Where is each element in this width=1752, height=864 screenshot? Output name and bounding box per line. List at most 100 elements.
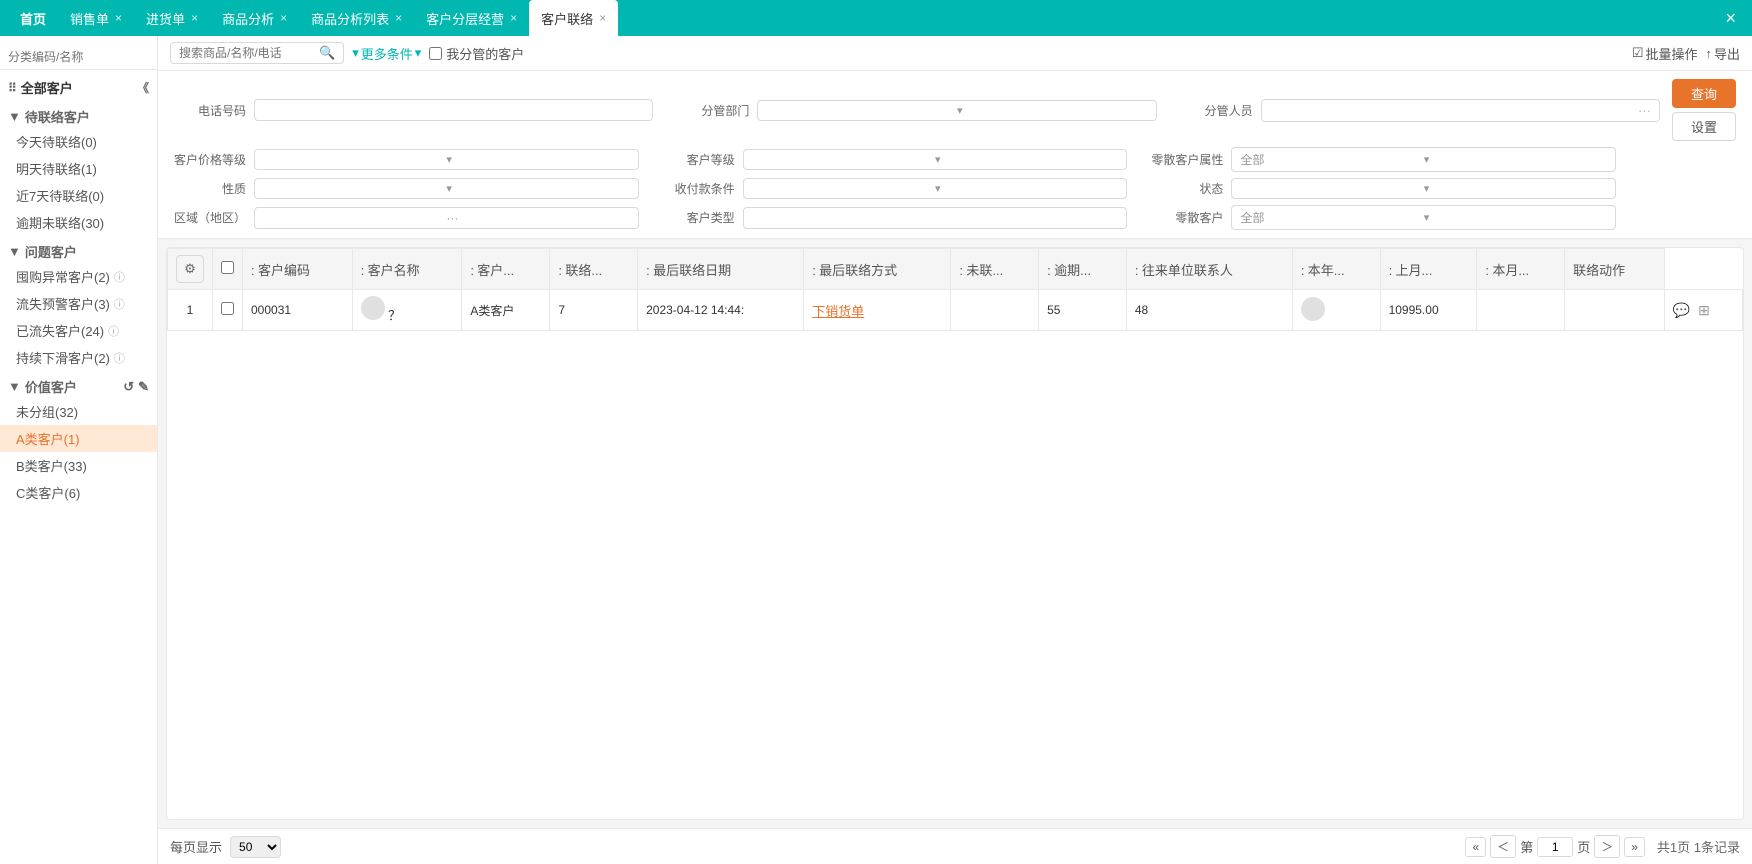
footer: 每页显示 50 100 200 « ＜ 第 页 ＞ » 共1页 1条记录	[158, 828, 1752, 864]
search-icon[interactable]: 🔍	[319, 45, 335, 61]
sidebar-all-customers[interactable]: ⠿ 全部客户 《	[0, 74, 157, 101]
filter-price-grade-select[interactable]: ▾	[254, 149, 639, 170]
my-customer-checkbox-area[interactable]: 我分管的客户	[429, 44, 524, 63]
sidebar-search-bar[interactable]: 🔍	[0, 44, 157, 70]
row-action-buttons: 💬 ⊞	[1673, 302, 1734, 319]
sidebar-item-hoarding[interactable]: 囤购异常客户(2) ⓘ	[0, 263, 157, 290]
filter-payment-select[interactable]: ▾	[743, 178, 1128, 199]
filter-status-select[interactable]: ▾	[1231, 178, 1616, 199]
page-number-input[interactable]	[1537, 837, 1573, 857]
sidebar: 🔍 ⠿ 全部客户 《 ▼ 待联络客户 今天待联络(0) 明天待联络(1) 近7天…	[0, 36, 158, 864]
page-prefix-label: 第	[1520, 837, 1533, 856]
row-code: 000031	[243, 290, 353, 331]
query-button[interactable]: 查询	[1672, 79, 1736, 108]
main-layout: 🔍 ⠿ 全部客户 《 ▼ 待联络客户 今天待联络(0) 明天待联络(1) 近7天…	[0, 36, 1752, 864]
filter-scatter-customer: 零散客户 全部 ▾	[1151, 205, 1616, 230]
nav-sales-order[interactable]: 销售单 ×	[58, 0, 134, 36]
nav-home[interactable]: 首页	[8, 0, 58, 36]
sidebar-item-ungrouped[interactable]: 未分组(32)	[0, 398, 157, 425]
filter-region-select[interactable]: ···	[254, 207, 639, 229]
sidebar-item-class-b[interactable]: B类客户(33)	[0, 452, 157, 479]
filter-scatter-attr-label: 零散客户属性	[1151, 151, 1223, 168]
sidebar-item-churned[interactable]: 已流失客户(24) ⓘ	[0, 317, 157, 344]
sidebar-item-churn-warning[interactable]: 流失预警客户(3) ⓘ	[0, 290, 157, 317]
sidebar-search-input[interactable]	[8, 50, 158, 64]
dots-icon-region: ···	[446, 211, 625, 225]
sidebar-section-value: ▼ 价值客户 ↺ ✎	[0, 371, 157, 398]
my-customer-checkbox[interactable]	[429, 47, 442, 60]
batch-op-icon: ☑	[1632, 45, 1644, 61]
close-sales-order-icon[interactable]: ×	[115, 11, 122, 25]
close-customer-segment-icon[interactable]: ×	[510, 11, 517, 25]
filter-customer-type-field[interactable]	[752, 211, 1119, 225]
filter-customer-type: 客户类型	[663, 207, 1128, 229]
filter-more-btn[interactable]: ▾ 更多条件 ▾	[352, 44, 421, 63]
sidebar-item-tomorrow-contact[interactable]: 明天待联络(1)	[0, 155, 157, 182]
grid-icon: ⠿	[8, 81, 17, 95]
sidebar-item-class-c[interactable]: C类客户(6)	[0, 479, 157, 506]
row-check[interactable]	[213, 290, 243, 331]
content-area: 🔍 ▾ 更多条件 ▾ 我分管的客户 ☑ 批量操作 ↑ 导出	[158, 36, 1752, 864]
nav-customer-contact[interactable]: 客户联络 ×	[529, 0, 618, 36]
close-purchase-order-icon[interactable]: ×	[191, 11, 198, 25]
row-last-contact-method[interactable]: 下销货单	[804, 290, 951, 331]
share-icon[interactable]: ⊞	[1698, 302, 1710, 319]
close-product-analysis-icon[interactable]: ×	[280, 11, 287, 25]
batch-operation-btn[interactable]: ☑ 批量操作	[1632, 44, 1698, 63]
row-actions: 💬 ⊞	[1664, 290, 1742, 331]
filter-customer-grade-label: 客户等级	[663, 151, 735, 168]
row-overdue: 55	[1039, 290, 1127, 331]
filter-nature-select[interactable]: ▾	[254, 178, 639, 199]
filter-customer-type-input[interactable]	[743, 207, 1128, 229]
global-close-button[interactable]: ×	[1717, 8, 1744, 29]
setting-button[interactable]: 设置	[1672, 112, 1736, 141]
search-input[interactable]	[179, 46, 319, 60]
filter-phone-field[interactable]	[263, 103, 644, 117]
nav-customer-segment[interactable]: 客户分层经营 ×	[414, 0, 529, 36]
search-box[interactable]: 🔍	[170, 42, 344, 64]
filter-scatter-attr-select[interactable]: 全部 ▾	[1231, 147, 1616, 172]
nav-purchase-order[interactable]: 进货单 ×	[134, 0, 210, 36]
sidebar-item-class-a[interactable]: A类客户(1)	[0, 425, 157, 452]
filter-nature-arrow-icon: ▾	[446, 182, 629, 195]
sidebar-item-today-contact[interactable]: 今天待联络(0)	[0, 128, 157, 155]
select-all-checkbox[interactable]	[221, 261, 234, 274]
sidebar-item-7day-contact[interactable]: 近7天待联络(0)	[0, 182, 157, 209]
close-product-analysis-list-icon[interactable]: ×	[395, 11, 402, 25]
settings-icon[interactable]: ⚙	[176, 255, 204, 283]
col-header-check	[213, 249, 243, 290]
filter-customer-grade-select[interactable]: ▾	[743, 149, 1128, 170]
arrow-down-icon3: ▼	[8, 379, 21, 394]
next-page-btn[interactable]: ＞	[1594, 835, 1620, 858]
col-header-overdue: : 逾期...	[1039, 249, 1127, 290]
filter-person-input[interactable]: ···	[1261, 99, 1660, 122]
page-size-select[interactable]: 50 100 200	[230, 836, 281, 858]
filter-phone-input[interactable]	[254, 99, 653, 121]
export-btn[interactable]: ↑ 导出	[1705, 44, 1740, 63]
message-icon[interactable]: 💬	[1673, 302, 1690, 319]
first-page-btn[interactable]: «	[1465, 837, 1486, 857]
top-navigation: 首页 销售单 × 进货单 × 商品分析 × 商品分析列表 × 客户分层经营 × …	[0, 0, 1752, 36]
edit-icon[interactable]: ✎	[138, 379, 149, 395]
sidebar-item-declining[interactable]: 持续下滑客户(2) ⓘ	[0, 344, 157, 371]
row-this-year: 10995.00	[1380, 290, 1477, 331]
row-checkbox[interactable]	[221, 302, 234, 315]
filter-scatter-customer-select[interactable]: 全部 ▾	[1231, 205, 1616, 230]
filter-region: 区域（地区） ···	[174, 207, 639, 229]
nav-product-analysis-list[interactable]: 商品分析列表 ×	[299, 0, 414, 36]
row-last-month	[1477, 290, 1565, 331]
filter-dept-select[interactable]: ▾	[757, 100, 1156, 121]
filter-person-field[interactable]	[1270, 103, 1634, 117]
last-page-btn[interactable]: »	[1624, 837, 1645, 857]
last-contact-method-link[interactable]: 下销货单	[812, 304, 864, 319]
filter-price-grade-label: 客户价格等级	[174, 151, 246, 168]
info-icon-churn-warning: ⓘ	[114, 296, 125, 312]
prev-page-btn[interactable]: ＜	[1490, 835, 1516, 858]
filter-scatter-customer-label: 零散客户	[1151, 209, 1223, 226]
filter-scatter-attr: 零散客户属性 全部 ▾	[1151, 147, 1616, 172]
close-customer-contact-icon[interactable]: ×	[599, 11, 606, 25]
sidebar-item-overdue-contact[interactable]: 逾期未联络(30)	[0, 209, 157, 236]
refresh-icon[interactable]: ↺	[123, 379, 134, 395]
table-row: 1 000031 ？ A类客户 7 2023-04-12 14:44:	[168, 290, 1743, 331]
nav-product-analysis[interactable]: 商品分析 ×	[210, 0, 299, 36]
